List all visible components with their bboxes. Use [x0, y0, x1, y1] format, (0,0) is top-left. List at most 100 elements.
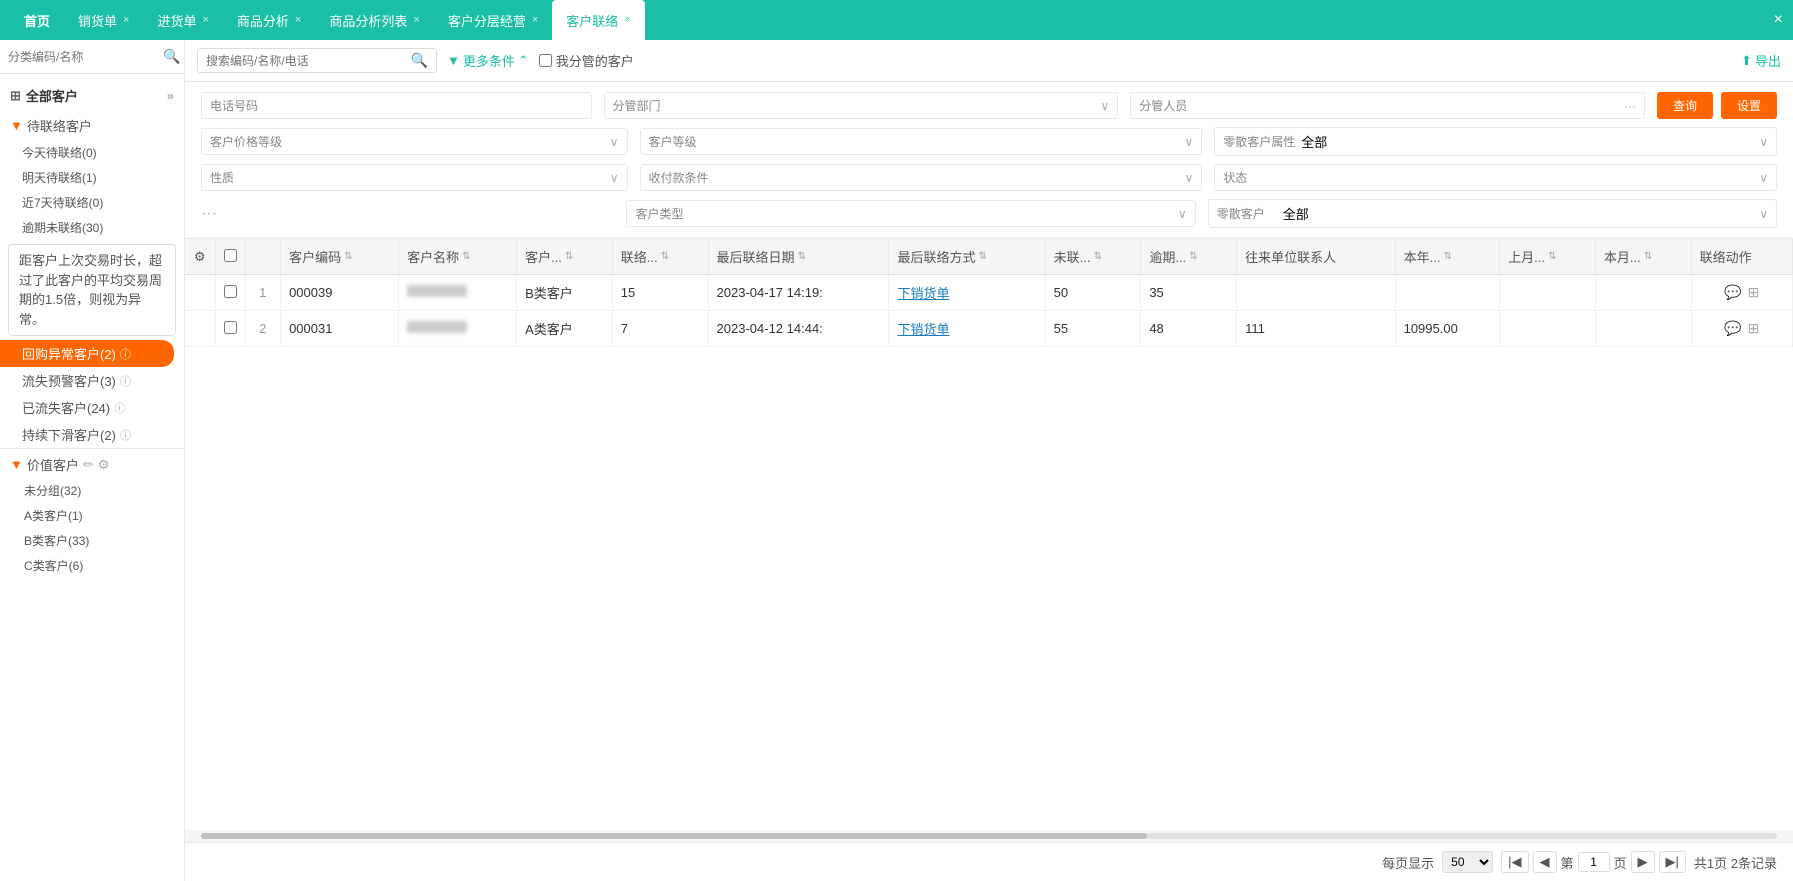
- close-all-button[interactable]: ×: [1774, 11, 1783, 29]
- sidebar-item-declining[interactable]: 持续下滑客户(2) ⓘ: [0, 421, 184, 448]
- sidebar-item-c-class[interactable]: C类客户(6): [10, 553, 174, 578]
- tab-product-analysis[interactable]: 商品分析 ×: [223, 0, 315, 40]
- retail-customer-dropdown[interactable]: ∨: [1759, 207, 1768, 221]
- my-customers-checkbox[interactable]: [539, 54, 552, 67]
- sidebar-item-b-class[interactable]: B类客户(33): [10, 528, 174, 553]
- horizontal-scrollbar[interactable]: [185, 830, 1793, 842]
- sidebar-item-ungroups[interactable]: 未分组(32): [10, 478, 174, 503]
- tab-product-analysis-close[interactable]: ×: [295, 14, 301, 26]
- sidebar-item-overdue[interactable]: 逾期未联络(30): [0, 215, 184, 240]
- col-this-year-sort[interactable]: ⇅: [1443, 251, 1451, 262]
- sidebar-search-icon[interactable]: 🔍: [163, 48, 180, 65]
- customer-type-dropdown[interactable]: ∨: [1178, 207, 1187, 221]
- tab-sales-close[interactable]: ×: [123, 14, 129, 26]
- col-unpaid-sort[interactable]: ⇅: [1093, 251, 1101, 262]
- col-gear[interactable]: ⚙: [185, 239, 215, 275]
- customer-level-input[interactable]: [715, 135, 1185, 149]
- dept-dropdown-icon[interactable]: ∨: [1100, 99, 1109, 113]
- page-input[interactable]: [1578, 852, 1610, 872]
- col-this-month-sort[interactable]: ⇅: [1644, 251, 1652, 262]
- sidebar-item-7days[interactable]: 近7天待联络(0): [0, 190, 184, 215]
- payment-dropdown[interactable]: ∨: [1184, 171, 1193, 185]
- dept-input[interactable]: [679, 99, 1101, 113]
- query-button[interactable]: 查询: [1657, 92, 1713, 119]
- tree-root-all-customers[interactable]: ⊞ 全部客户 »: [0, 80, 184, 111]
- gender-input[interactable]: [276, 171, 610, 185]
- price-level-input[interactable]: [288, 135, 610, 149]
- export-button[interactable]: ⬆ 导出: [1741, 51, 1781, 70]
- my-customers-filter: 我分管的客户: [539, 51, 634, 70]
- col-category-sort[interactable]: ⇅: [565, 251, 573, 262]
- row1-checkbox[interactable]: [224, 285, 237, 298]
- status-dropdown[interactable]: ∨: [1759, 171, 1768, 185]
- sidebar-item-today[interactable]: 今天待联络(0): [0, 140, 184, 165]
- filter-payment: 收付款条件 ∨: [640, 164, 1203, 191]
- col-code-sort[interactable]: ⇅: [344, 251, 352, 262]
- more-icon[interactable]: ···: [201, 205, 217, 223]
- phone-input[interactable]: [276, 99, 583, 113]
- table-area: ⚙ 客户编码 ⇅: [185, 239, 1793, 830]
- col-overdue-sort[interactable]: ⇅: [1189, 251, 1197, 262]
- sidebar-item-tomorrow[interactable]: 明天待联络(1): [0, 165, 184, 190]
- main-search-input[interactable]: [206, 54, 411, 68]
- col-overdue-label: 逾期...: [1149, 247, 1186, 266]
- tab-sales[interactable]: 销货单 ×: [64, 0, 143, 40]
- tab-purchase[interactable]: 进货单 ×: [143, 0, 222, 40]
- tab-customer-contact[interactable]: 客户联络 ×: [552, 0, 644, 40]
- row2-last-date: 2023-04-12 14:44:: [708, 311, 889, 347]
- tab-customer-contact-close[interactable]: ×: [624, 14, 630, 26]
- customer-level-dropdown[interactable]: ∨: [1184, 135, 1193, 149]
- filter-row-2: 客户价格等级 ∨ 客户等级 ∨ 零散客户属性 全部 ∨: [201, 127, 1777, 156]
- row2-chat-icon[interactable]: 💬: [1724, 320, 1741, 337]
- retail-attr-value: 全部: [1301, 132, 1327, 151]
- price-level-dropdown[interactable]: ∨: [610, 135, 619, 149]
- scrollbar-thumb[interactable]: [201, 833, 1147, 839]
- col-name-sort[interactable]: ⇅: [462, 251, 470, 262]
- status-input[interactable]: [1289, 171, 1759, 185]
- per-page-select[interactable]: 50 100 200: [1442, 851, 1493, 873]
- edit-icon[interactable]: ✏: [83, 457, 94, 473]
- col-last-month-sort[interactable]: ⇅: [1548, 251, 1556, 262]
- sidebar-item-churn-warning[interactable]: 流失预警客户(3) ⓘ: [0, 367, 184, 394]
- sidebar-item-churned[interactable]: 已流失客户(24) ⓘ: [0, 394, 184, 421]
- gear-icon[interactable]: ⚙: [194, 249, 206, 264]
- next-page-btn[interactable]: ▶: [1631, 851, 1655, 873]
- tab-purchase-close[interactable]: ×: [202, 14, 208, 26]
- tab-customer-tier-close[interactable]: ×: [532, 14, 538, 26]
- sidebar-item-repurchase-abnormal[interactable]: 回购异常客户(2) ⓘ: [0, 340, 174, 367]
- customer-type-input[interactable]: [701, 207, 1177, 221]
- col-check: [215, 239, 245, 275]
- tab-product-list-close[interactable]: ×: [413, 14, 419, 26]
- tab-home[interactable]: 首页: [10, 0, 64, 40]
- last-page-btn[interactable]: ▶|: [1659, 851, 1686, 873]
- sidebar-collapse-icon[interactable]: »: [167, 88, 174, 103]
- select-all-checkbox[interactable]: [224, 249, 237, 262]
- row2-method-link[interactable]: 下销货单: [897, 322, 949, 337]
- main-search-icon[interactable]: 🔍: [411, 52, 428, 69]
- row1-grid-icon[interactable]: ⊞: [1748, 284, 1760, 301]
- sidebar-item-a-class[interactable]: A类客户(1): [10, 503, 174, 528]
- sidebar-section-pending[interactable]: ▼ 待联络客户: [0, 111, 184, 140]
- first-page-btn[interactable]: |◀: [1501, 851, 1528, 873]
- col-contacts-person: 往来单位联系人: [1237, 239, 1396, 275]
- tab-customer-tier[interactable]: 客户分层经营 ×: [434, 0, 552, 40]
- tab-product-list[interactable]: 商品分析列表 ×: [315, 0, 433, 40]
- settings-icon[interactable]: ⚙: [98, 457, 110, 473]
- prev-page-btn[interactable]: ◀: [1533, 851, 1557, 873]
- row2-grid-icon[interactable]: ⊞: [1748, 320, 1760, 337]
- manager-dropdown-icon[interactable]: ···: [1624, 99, 1636, 113]
- col-last-method-sort[interactable]: ⇅: [978, 251, 986, 262]
- sidebar-search-input[interactable]: [8, 50, 163, 64]
- row1-chat-icon[interactable]: 💬: [1724, 284, 1741, 301]
- col-contact-sort[interactable]: ⇅: [661, 251, 669, 262]
- manager-input[interactable]: [1205, 99, 1624, 113]
- gender-dropdown[interactable]: ∨: [610, 171, 619, 185]
- settings-button[interactable]: 设置: [1721, 92, 1777, 119]
- row1-method-link[interactable]: 下销货单: [897, 286, 949, 301]
- row2-checkbox[interactable]: [224, 321, 237, 334]
- payment-input[interactable]: [715, 171, 1185, 185]
- more-conditions-button[interactable]: ▼ 更多条件 ⌃: [447, 51, 529, 70]
- value-section-header[interactable]: ▼ 价值客户 ✏ ⚙: [10, 455, 174, 474]
- retail-attr-dropdown[interactable]: ∨: [1759, 135, 1768, 149]
- col-last-date-sort[interactable]: ⇅: [798, 251, 806, 262]
